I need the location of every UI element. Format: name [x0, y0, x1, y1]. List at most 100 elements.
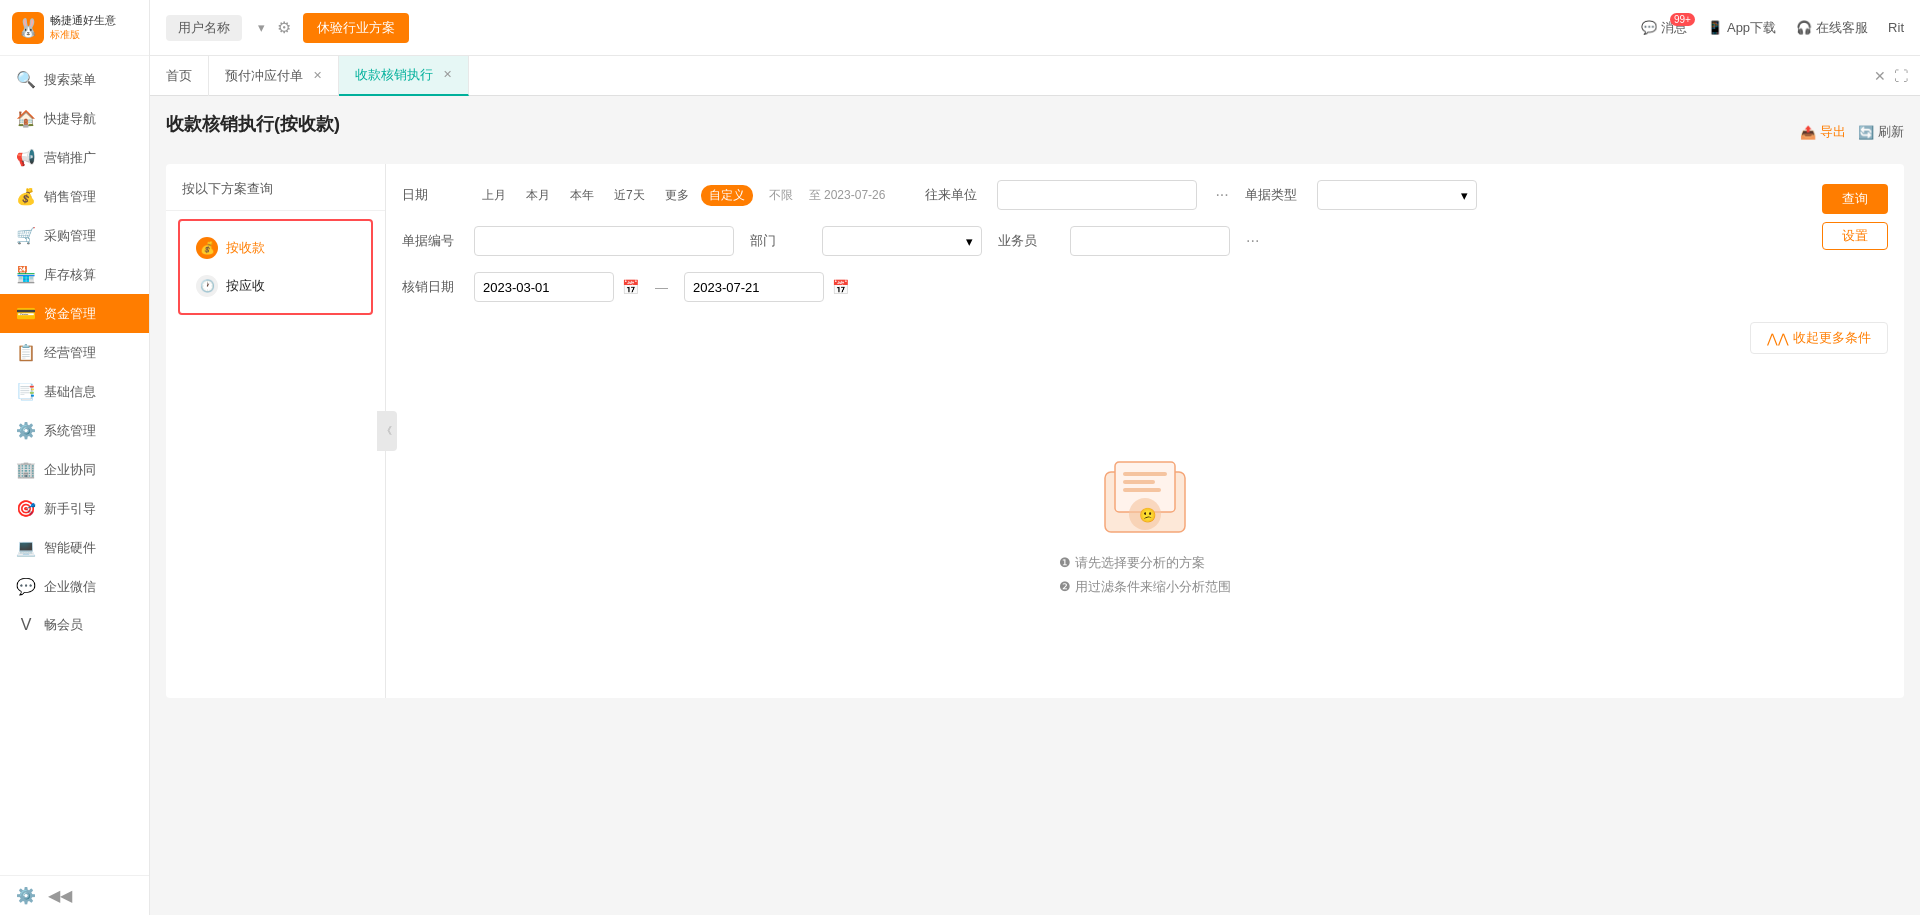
sidebar-item-basic[interactable]: 📑 基础信息: [0, 372, 149, 411]
date-to-txt: 至 2023-07-26: [809, 187, 886, 204]
verify-date-to-input[interactable]: [684, 272, 824, 302]
date-tabs: 上月 本月 本年 近7天 更多 自定义: [474, 185, 753, 206]
sidebar-item-system[interactable]: ⚙️ 系统管理: [0, 411, 149, 450]
filter-option-by-receipt[interactable]: 💰 按收款: [180, 229, 371, 267]
partner-input[interactable]: [997, 180, 1197, 210]
tab-close-icon[interactable]: ✕: [1874, 68, 1886, 84]
sidebar-item-guide[interactable]: 🎯 新手引导: [0, 489, 149, 528]
msg-icon: 💬: [1641, 20, 1657, 35]
settings-bottom-icon[interactable]: ⚙️: [16, 886, 36, 905]
receipt-option-label: 按收款: [226, 239, 265, 257]
collapse-more-btn[interactable]: ⋀⋀ 收起更多条件: [1750, 322, 1888, 354]
doc-type-select[interactable]: ▾: [1317, 180, 1477, 210]
date-tab-this-year[interactable]: 本年: [562, 185, 602, 206]
staff-input[interactable]: [1070, 226, 1230, 256]
topbar-app[interactable]: 📱 App下载: [1707, 19, 1776, 37]
date-tab-7days[interactable]: 近7天: [606, 185, 653, 206]
sidebar-item-inventory[interactable]: 🏪 库存核算: [0, 255, 149, 294]
verify-date-to-cal-icon[interactable]: 📅: [832, 279, 849, 295]
logo-text: 畅捷通好生意: [50, 13, 116, 28]
svg-rect-3: [1123, 480, 1155, 484]
mgmt-icon: 📋: [16, 343, 36, 362]
prepay-tab-close[interactable]: ✕: [313, 69, 322, 82]
date-label: 日期: [402, 186, 458, 204]
sidebar-item-corp[interactable]: 🏢 企业协同: [0, 450, 149, 489]
dept-chevron-icon: ▾: [966, 234, 973, 249]
date-tab-custom[interactable]: 自定义: [701, 185, 753, 206]
sidebar-collapse-btn[interactable]: ◀◀: [48, 886, 72, 905]
prepay-tab-label: 预付冲应付单: [225, 67, 303, 85]
doc-no-label: 单据编号: [402, 232, 458, 250]
sidebar-item-quicknav[interactable]: 🏠 快捷导航: [0, 99, 149, 138]
sidebar-item-purchase[interactable]: 🛒 采购管理: [0, 216, 149, 255]
refresh-btn[interactable]: 🔄 刷新: [1858, 123, 1904, 141]
tab-home[interactable]: 首页: [150, 56, 209, 96]
service-icon: 🎧: [1796, 20, 1812, 35]
sidebar-item-search[interactable]: 🔍 搜索菜单: [0, 60, 149, 99]
partner-label: 往来单位: [925, 186, 981, 204]
settings-btn[interactable]: 设置: [1822, 222, 1888, 250]
main-area: 用户名称 ▾ ⚙ 休验行业方案 💬 消息 99+ 📱 App下载 🎧 在线客服 …: [150, 0, 1920, 915]
topbar-right: 💬 消息 99+ 📱 App下载 🎧 在线客服 Rit: [1641, 19, 1904, 37]
date-tab-this-month[interactable]: 本月: [518, 185, 558, 206]
verify-date-from-cal-icon[interactable]: 📅: [622, 279, 639, 295]
sidebar-item-mgmt[interactable]: 📋 经营管理: [0, 333, 149, 372]
date-tab-more[interactable]: 更多: [657, 185, 697, 206]
receivable-option-icon: 🕐: [196, 275, 218, 297]
system-icon: ⚙️: [16, 421, 36, 440]
staff-dots-icon[interactable]: ···: [1246, 232, 1259, 250]
tab-expand-icon[interactable]: ⛶: [1894, 68, 1908, 84]
content-area: 按以下方案查询 💰 按收款 🕐 按应收 《: [166, 164, 1904, 698]
sidebar-item-marketing[interactable]: 📢 营销推广: [0, 138, 149, 177]
page-title: 收款核销执行(按收款): [166, 112, 340, 136]
sidebar-logo: 🐰 畅捷通好生意 标准版: [0, 0, 149, 56]
topbar-gear-icon[interactable]: ⚙: [277, 18, 291, 37]
sidebar: 🐰 畅捷通好生意 标准版 🔍 搜索菜单 🏠 快捷导航 📢 营销推广 💰 销售管理…: [0, 0, 150, 915]
sidebar-item-finance[interactable]: 💳 资金管理: [0, 294, 149, 333]
topbar-msg[interactable]: 💬 消息 99+: [1641, 19, 1687, 37]
empty-state: 😕 ❶ 请先选择要分析的方案 ❷ 用过滤条件来缩小分析范围: [402, 362, 1888, 682]
receipt-tab-close[interactable]: ✕: [443, 68, 452, 81]
search-icon: 🔍: [16, 70, 36, 89]
panel-collapse-btn[interactable]: 《: [377, 411, 397, 451]
query-btn[interactable]: 查询: [1822, 184, 1888, 214]
doc-type-chevron-icon: ▾: [1461, 188, 1468, 203]
sidebar-item-sales[interactable]: 💰 销售管理: [0, 177, 149, 216]
industry-btn[interactable]: 休验行业方案: [303, 13, 409, 43]
topbar-dropdown-icon[interactable]: ▾: [258, 20, 265, 35]
sidebar-item-wechat[interactable]: 💬 企业微信: [0, 567, 149, 606]
sidebar-item-hardware[interactable]: 💻 智能硬件: [0, 528, 149, 567]
sidebar-item-member[interactable]: V 畅会员: [0, 606, 149, 644]
purchase-icon: 🛒: [16, 226, 36, 245]
topbar-service[interactable]: 🎧 在线客服: [1796, 19, 1868, 37]
date-tab-last-month[interactable]: 上月: [474, 185, 514, 206]
member-icon: V: [16, 616, 36, 634]
dept-select[interactable]: ▾: [822, 226, 982, 256]
svg-rect-2: [1123, 472, 1167, 476]
refresh-icon: 🔄: [1858, 125, 1874, 140]
topbar-user[interactable]: 用户名称: [166, 15, 242, 41]
tabbar: 首页 预付冲应付单 ✕ 收款核销执行 ✕ ✕ ⛶: [150, 56, 1920, 96]
collapse-label: 收起更多条件: [1793, 329, 1871, 347]
partner-dots-icon[interactable]: ···: [1215, 186, 1228, 204]
filter-panel: 按以下方案查询 💰 按收款 🕐 按应收 《: [166, 164, 386, 698]
export-btn[interactable]: 📤 导出: [1800, 123, 1846, 141]
topbar-username: Rit: [1888, 20, 1904, 35]
sidebar-menu: 🔍 搜索菜单 🏠 快捷导航 📢 营销推广 💰 销售管理 🛒 采购管理 🏪 库存核…: [0, 56, 149, 875]
staff-label: 业务员: [998, 232, 1054, 250]
home-icon: 🏠: [16, 109, 36, 128]
filter-option-by-receivable[interactable]: 🕐 按应收: [180, 267, 371, 305]
topbar: 用户名称 ▾ ⚙ 休验行业方案 💬 消息 99+ 📱 App下载 🎧 在线客服 …: [150, 0, 1920, 56]
empty-hint: ❶ 请先选择要分析的方案 ❷ 用过滤条件来缩小分析范围: [1059, 554, 1231, 602]
empty-hint-1: ❶ 请先选择要分析的方案: [1059, 554, 1231, 572]
tab-prepay[interactable]: 预付冲应付单 ✕: [209, 56, 339, 96]
verify-date-from-input[interactable]: [474, 272, 614, 302]
filter-title: 按以下方案查询: [166, 180, 385, 211]
basic-icon: 📑: [16, 382, 36, 401]
receipt-option-icon: 💰: [196, 237, 218, 259]
hardware-icon: 💻: [16, 538, 36, 557]
collapse-icon: ⋀⋀: [1767, 331, 1789, 346]
doc-no-input[interactable]: [474, 226, 734, 256]
tab-receipt[interactable]: 收款核销执行 ✕: [339, 56, 469, 96]
svg-rect-4: [1123, 488, 1161, 492]
